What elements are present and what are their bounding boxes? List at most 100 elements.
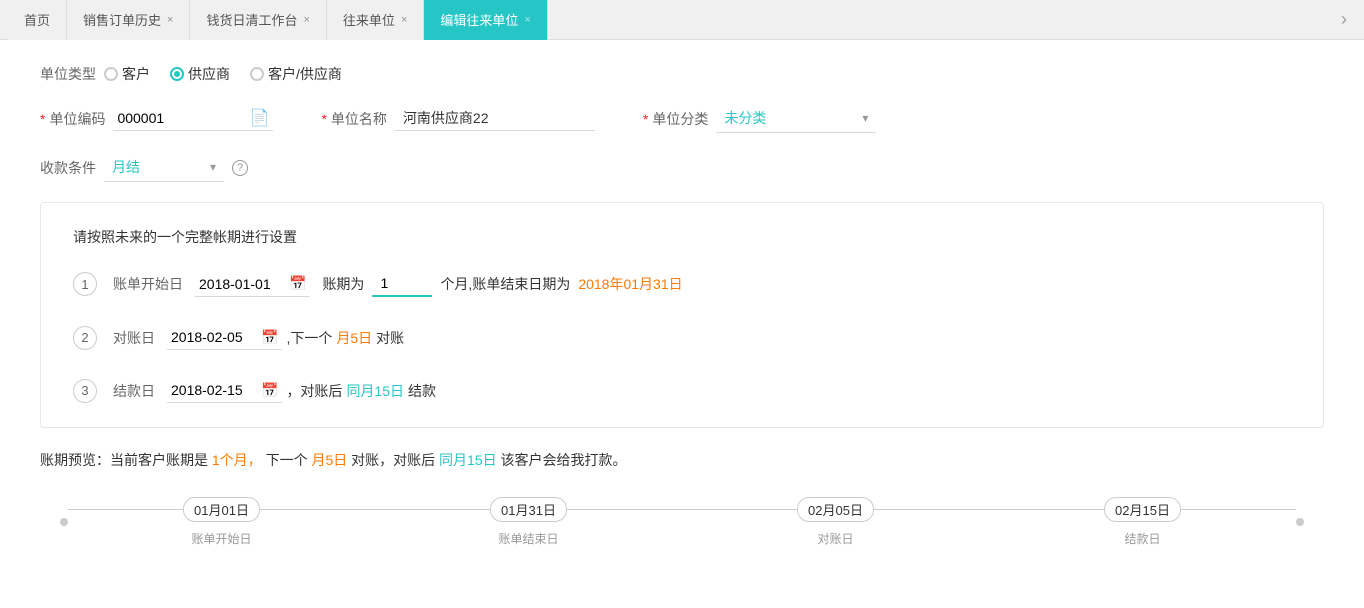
preview-part2-before: 下一个	[266, 452, 308, 468]
section-title: 请按照未来的一个完整帐期进行设置	[73, 227, 1291, 247]
step-1-date-wrap: 📅	[195, 272, 310, 297]
timeline-node-3-bubble: 02月05日	[797, 497, 874, 522]
unit-code-star: *	[40, 111, 45, 127]
step-2-date-wrap: 📅	[167, 325, 282, 350]
timeline-nodes: 01月01日 账单开始日 01月31日 账单结束日 02月05日 对账日 02月…	[68, 497, 1296, 547]
unit-category-group: * 单位分类 未分类 ▾	[643, 104, 876, 133]
timeline-node-1-label: 账单开始日	[191, 530, 251, 547]
unit-code-group: * 单位编码 📄	[40, 106, 273, 131]
preview-section: 账期预览：当前客户账期是 1个月， 下一个 月5日 对账，对账后 同月15日 该…	[40, 428, 1324, 547]
preview-part3-highlight: 同月15日	[439, 452, 497, 468]
radio-customer-label: 客户	[122, 64, 150, 84]
radio-customer-circle	[104, 67, 118, 81]
timeline-node-4-bubble: 02月15日	[1104, 497, 1181, 522]
step-1-date-input[interactable]	[195, 272, 285, 296]
step-2-calendar-icon[interactable]: 📅	[257, 329, 282, 346]
timeline-node-2: 01月31日 账单结束日	[490, 497, 567, 547]
unit-name-input[interactable]	[395, 106, 595, 131]
step-2-label: 对账日	[113, 328, 155, 348]
step-2-row: 2 对账日 📅 ,下一个 月5日 对账	[73, 325, 1291, 350]
tab-cash-workbench-label: 钱货日清工作台	[206, 10, 297, 29]
tab-edit-partner-close[interactable]: ×	[524, 14, 530, 26]
tabs-arrow[interactable]: ›	[1332, 9, 1356, 30]
step-1-period-unit: 个月,账单结束日期为	[440, 274, 570, 294]
payment-terms-row: 收款条件 月结 ▾ ?	[40, 153, 1324, 182]
step-1-label: 账单开始日	[113, 274, 183, 294]
unit-type-radio-group: 客户 供应商 客户/供应商	[104, 64, 342, 84]
step-3-row: 3 结款日 📅 ，对账后 同月15日 结款	[73, 378, 1291, 403]
unit-category-label: 单位分类	[652, 109, 708, 129]
radio-supplier-circle	[170, 67, 184, 81]
step-1-number: 1	[73, 272, 97, 296]
step-1-calendar-icon[interactable]: 📅	[285, 275, 310, 292]
preview-part4: 该客户会给我打款。	[501, 452, 627, 468]
step-1-period-end: 2018年01月31日	[578, 274, 682, 294]
timeline-node-4: 02月15日 结款日	[1104, 497, 1181, 547]
timeline-end-dot	[1296, 518, 1304, 526]
step-2-suffix-after: 对账	[376, 328, 404, 348]
settings-section: 请按照未来的一个完整帐期进行设置 1 账单开始日 📅 账期为 个月,账单结束日期…	[40, 202, 1324, 428]
radio-supplier[interactable]: 供应商	[170, 64, 230, 84]
unit-type-row: 单位类型 客户 供应商 客户/供应商	[40, 64, 1324, 84]
tab-partner-units-close[interactable]: ×	[401, 14, 407, 26]
step-2-suffix-before: ,下一个	[286, 328, 332, 348]
step-1-period-input[interactable]	[372, 271, 432, 297]
unit-name-group: * 单位名称	[321, 106, 594, 131]
step-2-number: 2	[73, 326, 97, 350]
timeline-node-1-bubble: 01月01日	[183, 497, 260, 522]
preview-text: 账期预览：当前客户账期是 1个月， 下一个 月5日 对账，对账后 同月15日 该…	[40, 448, 1324, 473]
step-1-period-label: 账期为	[322, 274, 364, 294]
step-3-number: 3	[73, 379, 97, 403]
page-content: 单位类型 客户 供应商 客户/供应商 * 单位编码	[0, 40, 1364, 608]
step-3-label: 结款日	[113, 381, 155, 401]
step-3-date-wrap: 📅	[167, 378, 282, 403]
tab-partner-units[interactable]: 往来单位 ×	[327, 0, 424, 40]
unit-category-select[interactable]: 未分类 ▾	[716, 104, 876, 133]
tab-cash-workbench[interactable]: 钱货日清工作台 ×	[190, 0, 326, 40]
unit-code-icon[interactable]: 📄	[246, 108, 274, 128]
tab-home[interactable]: 首页	[8, 0, 67, 40]
tab-sales-history[interactable]: 销售订单历史 ×	[67, 0, 190, 40]
tab-sales-history-close[interactable]: ×	[167, 14, 173, 26]
unit-code-input-wrap: 📄	[113, 106, 273, 131]
radio-both-label: 客户/供应商	[268, 64, 342, 84]
timeline-start-dot	[60, 518, 68, 526]
radio-both[interactable]: 客户/供应商	[250, 64, 342, 84]
radio-supplier-label: 供应商	[188, 64, 230, 84]
preview-part3-before: 对账，对账后	[351, 452, 435, 468]
step-2-suffix-highlight: 月5日	[336, 328, 372, 348]
tab-edit-partner[interactable]: 编辑往来单位 ×	[424, 0, 547, 40]
tab-partner-units-label: 往来单位	[343, 10, 395, 29]
unit-code-input[interactable]	[113, 106, 245, 130]
radio-both-circle	[250, 67, 264, 81]
payment-terms-arrow: ▾	[210, 160, 216, 174]
payment-terms-value: 月结	[112, 157, 206, 177]
unit-category-arrow: ▾	[862, 111, 868, 125]
step-2-date-input[interactable]	[167, 325, 257, 349]
payment-terms-select[interactable]: 月结 ▾	[104, 153, 224, 182]
timeline-node-2-label: 账单结束日	[498, 530, 558, 547]
radio-supplier-dot	[174, 71, 180, 77]
tabs-bar: 首页 销售订单历史 × 钱货日清工作台 × 往来单位 × 编辑往来单位 × ›	[0, 0, 1364, 40]
tab-cash-workbench-close[interactable]: ×	[303, 14, 309, 26]
unit-name-star: *	[321, 111, 326, 127]
unit-type-label: 单位类型	[40, 64, 96, 84]
step-3-suffix-highlight: 同月15日	[346, 381, 404, 401]
timeline-node-1: 01月01日 账单开始日	[183, 497, 260, 547]
tab-home-label: 首页	[24, 10, 50, 29]
unit-details-row: * 单位编码 📄 * 单位名称 * 单位分类 未分类 ▾	[40, 104, 1324, 133]
timeline-node-2-bubble: 01月31日	[490, 497, 567, 522]
step-3-calendar-icon[interactable]: 📅	[257, 382, 282, 399]
radio-customer[interactable]: 客户	[104, 64, 150, 84]
timeline: 01月01日 账单开始日 01月31日 账单结束日 02月05日 对账日 02月…	[40, 497, 1324, 547]
step-1-row: 1 账单开始日 📅 账期为 个月,账单结束日期为 2018年01月31日	[73, 271, 1291, 297]
preview-part2-highlight: 月5日	[311, 452, 347, 468]
preview-label: 账期预览：当前客户账期是	[40, 452, 208, 468]
step-3-date-input[interactable]	[167, 378, 257, 402]
tab-sales-history-label: 销售订单历史	[83, 10, 161, 29]
timeline-node-3: 02月05日 对账日	[797, 497, 874, 547]
payment-terms-help[interactable]: ?	[232, 160, 248, 176]
unit-name-label: 单位名称	[331, 109, 387, 129]
step-3-suffix-after: 结款	[408, 381, 436, 401]
tab-edit-partner-label: 编辑往来单位	[440, 10, 518, 29]
